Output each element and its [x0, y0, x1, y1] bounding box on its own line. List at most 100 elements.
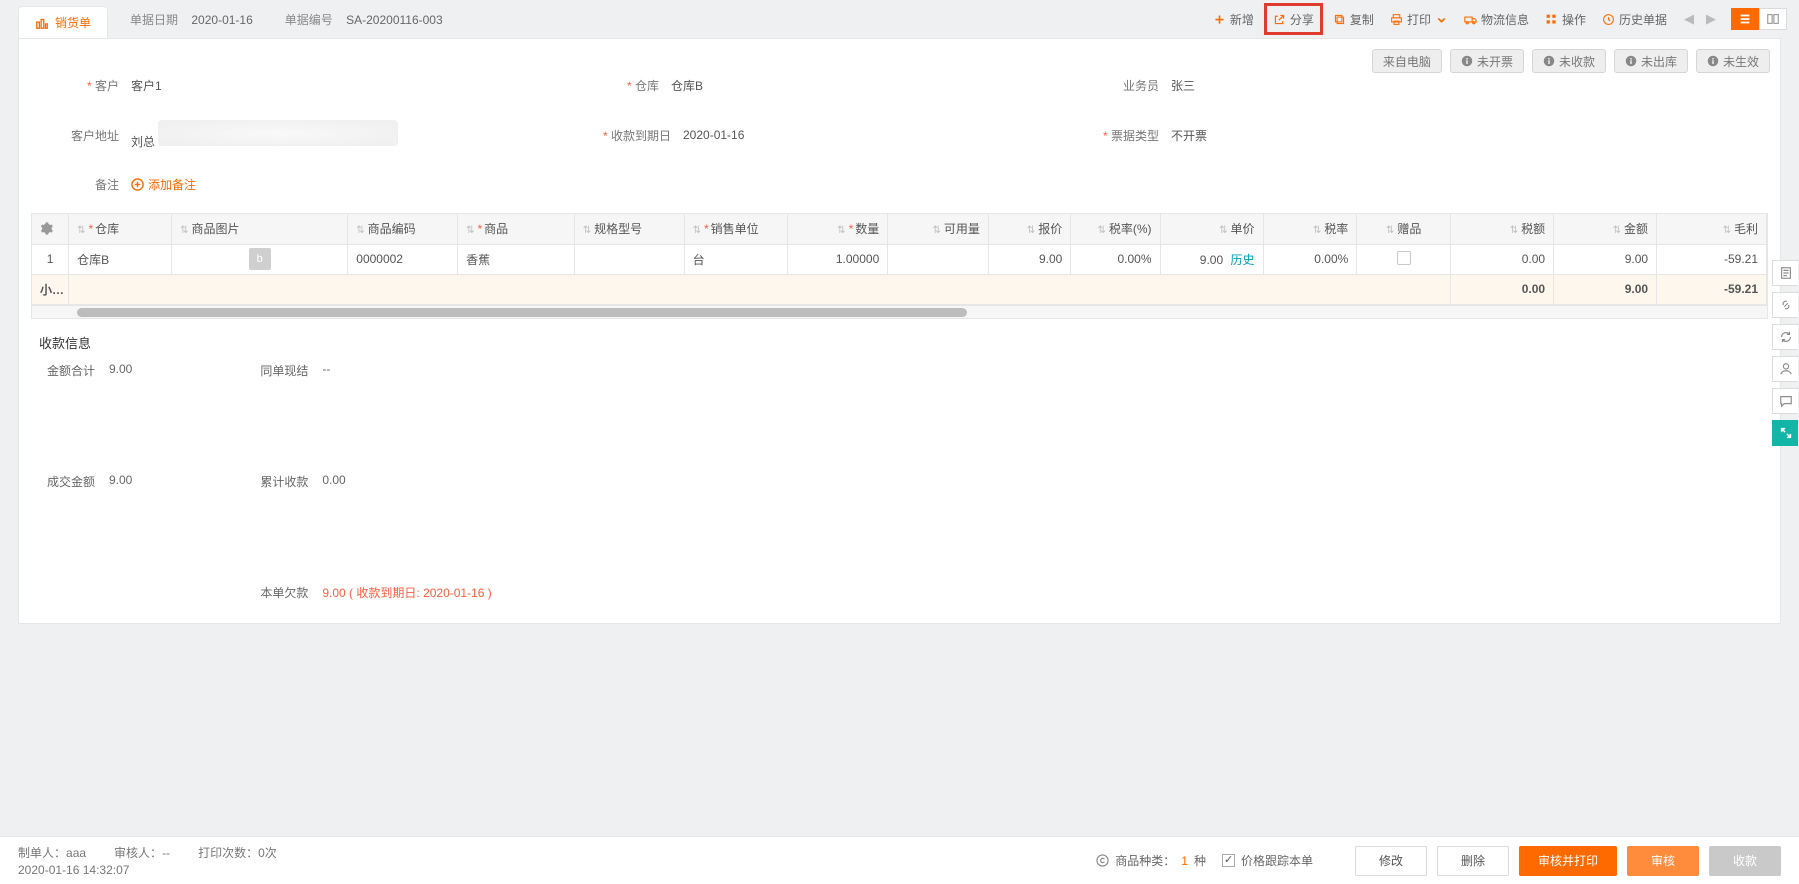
- card-view-button[interactable]: [1759, 8, 1787, 30]
- customer-value[interactable]: 客户1: [131, 77, 162, 94]
- cell-gift[interactable]: [1357, 244, 1451, 274]
- receipt-button: 收款: [1709, 846, 1781, 876]
- side-expand-button[interactable]: [1772, 420, 1798, 446]
- col-tax-amount[interactable]: ⇅税额: [1451, 214, 1554, 244]
- cell-product[interactable]: 香蕉: [458, 244, 575, 274]
- col-tax-pct[interactable]: ⇅税率: [1263, 214, 1357, 244]
- cell-image[interactable]: b: [172, 244, 348, 274]
- next-doc-button[interactable]: ▶: [1701, 9, 1721, 29]
- doc-info: 单据日期 2020-01-16 单据编号 SA-20200116-003: [108, 0, 443, 38]
- copyright-icon: [1096, 854, 1109, 867]
- tag-no-outbound[interactable]: 未出库: [1614, 49, 1688, 73]
- col-sale-unit[interactable]: ⇅*销售单位: [684, 214, 787, 244]
- warehouse-value[interactable]: 仓库B: [671, 77, 703, 94]
- tag-no-invoice[interactable]: 未开票: [1450, 49, 1524, 73]
- docno-label: 单据编号: [285, 13, 333, 27]
- top-bar: 销货单 单据日期 2020-01-16 单据编号 SA-20200116-003…: [0, 0, 1799, 38]
- history-button[interactable]: 历史单据: [1594, 0, 1675, 38]
- col-unit-price[interactable]: ⇅单价: [1160, 214, 1263, 244]
- cell-spec[interactable]: [574, 244, 684, 274]
- salesman-value[interactable]: 张三: [1171, 77, 1195, 94]
- form-row-1: 客户 客户1 仓库 仓库B 业务员 张三: [19, 73, 1780, 98]
- col-amount[interactable]: ⇅金额: [1554, 214, 1657, 244]
- prev-doc-button[interactable]: ◀: [1679, 9, 1699, 29]
- cell-sale-unit[interactable]: 台: [684, 244, 787, 274]
- invoice-type-label: 票据类型: [1099, 127, 1159, 144]
- operate-button[interactable]: 操作: [1537, 0, 1594, 38]
- form-row-2: 客户地址 刘总 收款到期日 2020-01-16 票据类型 不开票: [19, 116, 1780, 154]
- date-label: 单据日期: [130, 13, 178, 27]
- side-user-button[interactable]: [1772, 356, 1798, 382]
- table-row[interactable]: 1 仓库B b 0000002 香蕉 台 1.00000 9.00 0.00% …: [32, 244, 1767, 274]
- cell-qty[interactable]: 1.00000: [787, 244, 888, 274]
- tag-from-pc: 来自电脑: [1372, 49, 1442, 73]
- audit-print-button[interactable]: 审核并打印: [1519, 846, 1617, 876]
- top-actions: 新增 分享 复制 打印 物流信息 操作 历史单据: [1205, 0, 1799, 38]
- horizontal-scrollbar[interactable]: [32, 305, 1767, 318]
- payment-info: 收款信息 金额合计9.00 成交金额9.00 同单现结-- 累计收款0.00 本…: [19, 319, 1780, 601]
- col-tax-rate[interactable]: ⇅税率(%): [1071, 214, 1160, 244]
- col-product[interactable]: ⇅*商品: [458, 214, 575, 244]
- col-available[interactable]: ⇅可用量: [888, 214, 989, 244]
- date-value: 2020-01-16: [191, 13, 252, 27]
- new-button[interactable]: 新增: [1205, 0, 1262, 38]
- cell-warehouse[interactable]: 仓库B: [69, 244, 172, 274]
- copy-button[interactable]: 复制: [1325, 0, 1382, 38]
- price-history-link[interactable]: 历史: [1230, 253, 1254, 267]
- customer-label: 客户: [59, 77, 119, 94]
- footer-buttons: 修改 删除 审核并打印 审核 收款: [1355, 846, 1781, 876]
- right-sidebar: [1771, 260, 1799, 446]
- info-icon: [1543, 55, 1555, 67]
- scrollbar-thumb[interactable]: [77, 308, 967, 317]
- side-doc-button[interactable]: [1772, 260, 1798, 286]
- checkbox-icon: [1222, 854, 1235, 867]
- logistics-button[interactable]: 物流信息: [1456, 0, 1537, 38]
- form-row-3: 备注 添加备注: [19, 172, 1780, 197]
- delete-button[interactable]: 删除: [1437, 846, 1509, 876]
- tab-title: 销货单: [55, 14, 91, 31]
- tag-no-receipt[interactable]: 未收款: [1532, 49, 1606, 73]
- card-icon: [1766, 12, 1780, 26]
- side-refresh-button[interactable]: [1772, 324, 1798, 350]
- col-settings[interactable]: [32, 214, 69, 244]
- invoice-type-value[interactable]: 不开票: [1171, 127, 1207, 144]
- print-button[interactable]: 打印: [1382, 0, 1456, 38]
- col-warehouse[interactable]: ⇅*仓库: [69, 214, 172, 244]
- modify-button[interactable]: 修改: [1355, 846, 1427, 876]
- payment-title: 收款信息: [39, 333, 1760, 352]
- chat-icon: [1779, 394, 1793, 408]
- tag-not-effective[interactable]: 未生效: [1696, 49, 1770, 73]
- add-remark-link[interactable]: 添加备注: [131, 176, 196, 193]
- side-link-button[interactable]: [1772, 292, 1798, 318]
- col-gross-profit[interactable]: ⇅毛利: [1657, 214, 1767, 244]
- gift-checkbox[interactable]: [1397, 251, 1411, 265]
- share-button[interactable]: 分享: [1264, 3, 1323, 35]
- due-value[interactable]: 2020-01-16: [683, 128, 744, 142]
- col-price-quote[interactable]: ⇅报价: [988, 214, 1070, 244]
- cell-unit-price[interactable]: 9.00 历史: [1160, 244, 1263, 274]
- plus-circle-icon: [131, 178, 144, 191]
- col-code[interactable]: ⇅商品编码: [348, 214, 458, 244]
- cell-tax-pct[interactable]: 0.00%: [1263, 244, 1357, 274]
- share-icon: [1273, 13, 1286, 26]
- follow-price-checkbox[interactable]: 价格跟踪本单: [1222, 852, 1313, 869]
- col-spec[interactable]: ⇅规格型号: [574, 214, 684, 244]
- col-qty[interactable]: ⇅*数量: [787, 214, 888, 244]
- col-gift[interactable]: ⇅赠品: [1357, 214, 1451, 244]
- cell-code[interactable]: 0000002: [348, 244, 458, 274]
- cell-amount: 9.00: [1554, 244, 1657, 274]
- owed-amount: 9.00 ( 收款到期日: 2020-01-16 ): [322, 584, 491, 601]
- line-items-table: ⇅*仓库 ⇅商品图片 ⇅商品编码 ⇅*商品 ⇅规格型号 ⇅*销售单位 ⇅*数量 …: [31, 213, 1768, 319]
- col-image[interactable]: ⇅商品图片: [172, 214, 348, 244]
- cell-price-quote[interactable]: 9.00: [988, 244, 1070, 274]
- nav-arrows: ◀ ▶: [1679, 9, 1721, 29]
- audit-button[interactable]: 审核: [1627, 846, 1699, 876]
- address-value[interactable]: 刘总: [131, 120, 398, 150]
- history-icon: [1602, 13, 1615, 26]
- active-tab[interactable]: 销货单: [18, 6, 108, 38]
- list-view-button[interactable]: [1731, 8, 1759, 30]
- product-kinds: 商品种类： 1 种: [1096, 852, 1206, 869]
- expand-icon: [1779, 426, 1793, 440]
- side-chat-button[interactable]: [1772, 388, 1798, 414]
- cell-tax-rate[interactable]: 0.00%: [1071, 244, 1160, 274]
